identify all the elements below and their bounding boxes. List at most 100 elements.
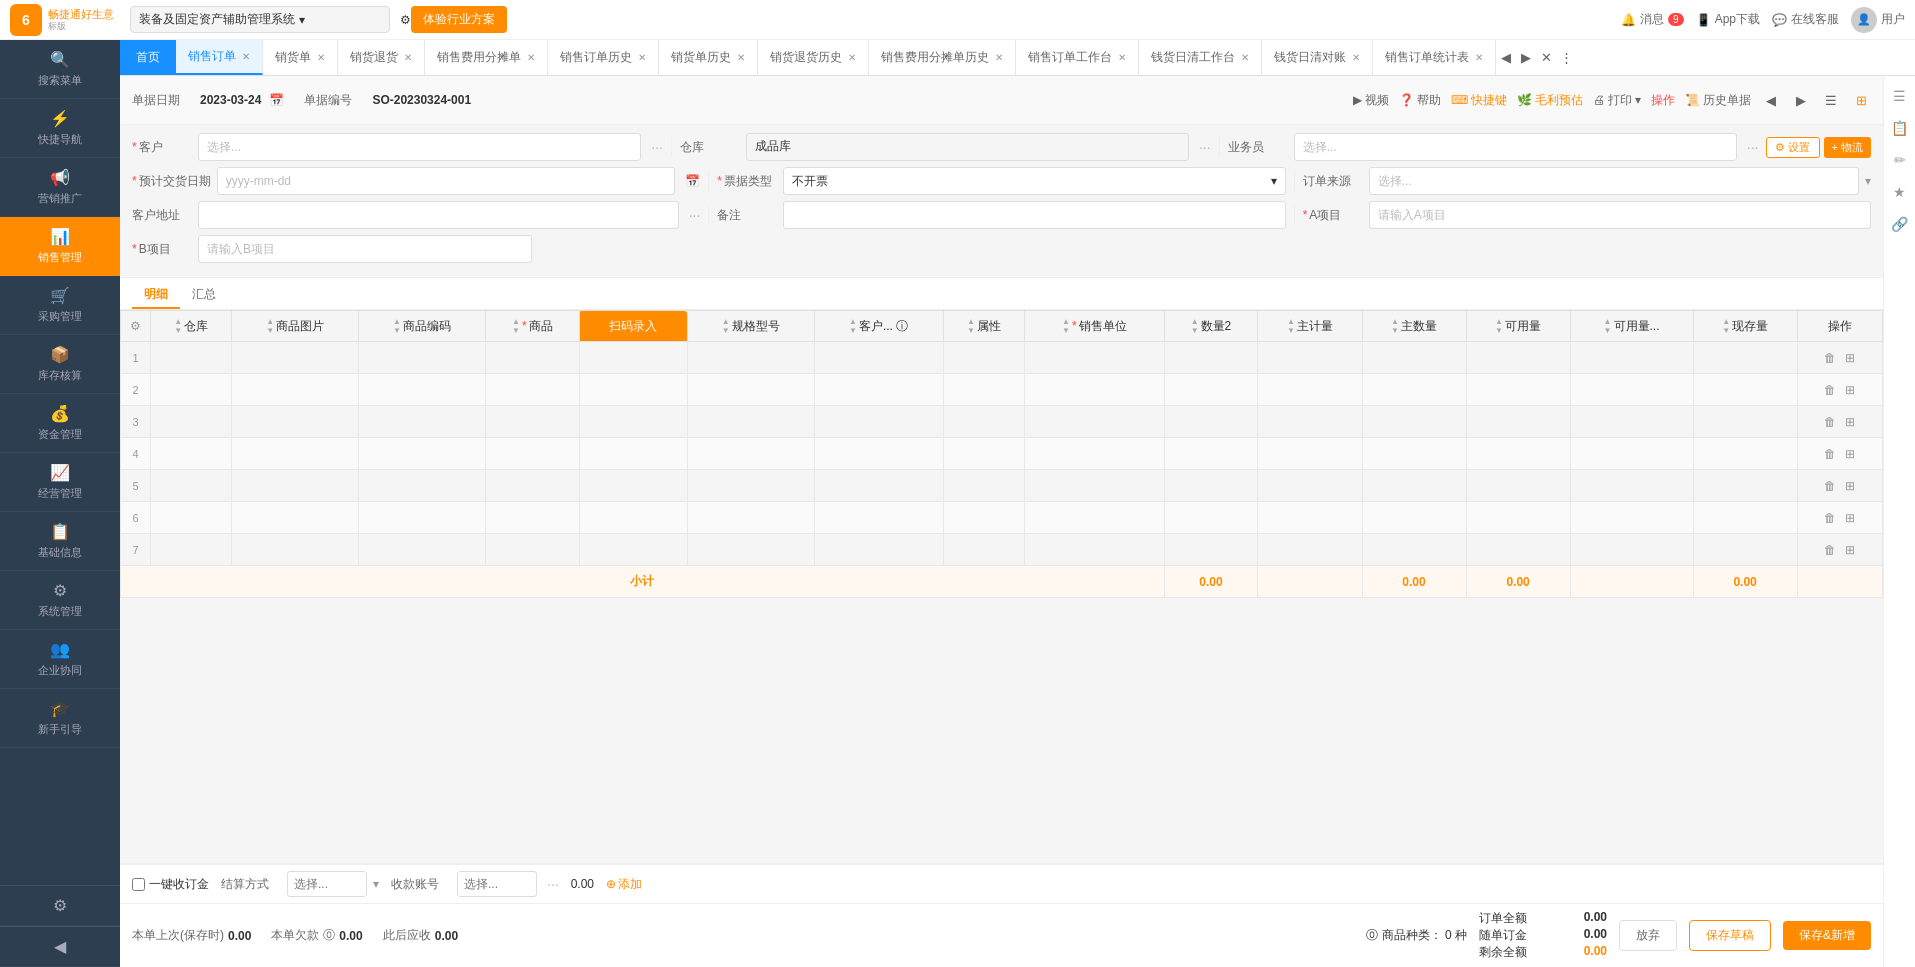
delete-row-btn[interactable]: 🗑 (1822, 510, 1838, 526)
sidebar-item-inventory[interactable]: 📦 库存核算 (0, 335, 120, 394)
delete-row-btn[interactable]: 🗑 (1822, 446, 1838, 462)
copy-row-btn[interactable]: ⊞ (1842, 510, 1858, 526)
right-sidebar-icon-clipboard[interactable]: 📋 (1888, 116, 1912, 140)
tab-daily-reconcile[interactable]: 钱货日清对账 ✕ (1262, 40, 1373, 75)
sidebar-item-guide[interactable]: 🎓 新手引导 (0, 689, 120, 748)
save-new-btn[interactable]: 保存&新增 (1783, 921, 1871, 950)
a-project-input[interactable] (1369, 201, 1871, 229)
history-record-btn[interactable]: 📜 历史单据 (1685, 92, 1751, 109)
next-record-btn[interactable]: ▶ (1791, 82, 1811, 118)
notice-btn[interactable]: 🔔 消息 9 (1621, 11, 1684, 28)
tab-close-sales-expense[interactable]: ✕ (527, 52, 535, 63)
add-logistics-btn[interactable]: + 物流 (1824, 137, 1871, 158)
grid-view-btn[interactable]: ⊞ (1851, 82, 1871, 118)
tab-order-workbench[interactable]: 销售订单工作台 ✕ (1016, 40, 1139, 75)
tab-nav-close-all[interactable]: ✕ (1536, 40, 1556, 76)
tab-close-daily-reconcile[interactable]: ✕ (1352, 52, 1360, 63)
sidebar-item-purchase[interactable]: 🛒 采购管理 (0, 276, 120, 335)
invoice-select[interactable]: 不开票 ▾ (783, 167, 1285, 195)
copy-row-btn[interactable]: ⊞ (1842, 414, 1858, 430)
delete-row-btn[interactable]: 🗑 (1822, 478, 1838, 494)
sidebar-item-finance[interactable]: 💰 资金管理 (0, 394, 120, 453)
tab-close-return-history[interactable]: ✕ (848, 52, 856, 63)
sidebar-collapse-btn[interactable]: ◀ (0, 926, 120, 967)
right-sidebar-icon-edit[interactable]: ✏ (1888, 148, 1912, 172)
column-settings-icon[interactable]: ⚙ (130, 319, 141, 333)
tab-summary[interactable]: 汇总 (180, 282, 228, 309)
tab-close-daily-workbench[interactable]: ✕ (1241, 52, 1249, 63)
tab-close-order-stats[interactable]: ✕ (1475, 52, 1483, 63)
customer-dots-btn[interactable]: ··· (651, 139, 663, 155)
print-btn[interactable]: 🖨 打印 ▾ (1593, 92, 1641, 109)
operation-btn[interactable]: 操作 (1651, 92, 1675, 109)
sidebar-item-basic-info[interactable]: 📋 基础信息 (0, 512, 120, 571)
tab-expense-history[interactable]: 销售费用分摊单历史 ✕ (869, 40, 1016, 75)
payment-method-input[interactable] (287, 871, 367, 897)
staff-dots-btn[interactable]: ··· (1747, 139, 1759, 155)
sidebar-item-search[interactable]: 🔍 搜索菜单 (0, 40, 120, 99)
tab-return-history[interactable]: 销货退货历史 ✕ (758, 40, 869, 75)
payment-chevron-icon[interactable]: ▾ (373, 877, 379, 891)
table-scrollbar[interactable] (120, 852, 1883, 864)
tab-sales-order-history[interactable]: 销售订单历史 ✕ (548, 40, 659, 75)
app-download-btn[interactable]: 📱 App下载 (1696, 11, 1760, 28)
tab-detail[interactable]: 明细 (132, 282, 180, 309)
tab-sales-expense[interactable]: 销售费用分摊单 ✕ (425, 40, 548, 75)
staff-input[interactable] (1294, 133, 1737, 161)
one-click-checkbox-input[interactable] (132, 878, 145, 891)
tab-sales-return[interactable]: 销货退货 ✕ (338, 40, 425, 75)
save-draft-btn[interactable]: 保存草稿 (1689, 920, 1771, 951)
customer-address-input[interactable] (198, 201, 679, 229)
copy-row-btn[interactable]: ⊞ (1842, 446, 1858, 462)
tab-order-stats[interactable]: 销售订单统计表 ✕ (1373, 40, 1496, 75)
discard-btn[interactable]: 放弃 (1619, 920, 1677, 951)
sidebar-item-operation[interactable]: 📈 经营管理 (0, 453, 120, 512)
tab-close-sales-goods-history[interactable]: ✕ (737, 52, 745, 63)
calendar-delivery-icon[interactable]: 📅 (685, 174, 700, 188)
sidebar-item-enterprise[interactable]: 👥 企业协同 (0, 630, 120, 689)
account-input[interactable] (457, 871, 537, 897)
tab-sales-order[interactable]: 销售订单 ✕ (176, 40, 263, 75)
add-item-btn[interactable]: ⊕ 添加 (606, 876, 642, 893)
order-source-dots-btn[interactable]: ▾ (1865, 174, 1871, 188)
user-btn[interactable]: 👤 用户 (1851, 7, 1905, 33)
tab-daily-workbench[interactable]: 钱货日清工作台 ✕ (1139, 40, 1262, 75)
delete-row-btn[interactable]: 🗑 (1822, 414, 1838, 430)
right-sidebar-icon-list[interactable]: ☰ (1888, 84, 1912, 108)
prev-record-btn[interactable]: ◀ (1761, 82, 1781, 118)
tab-close-order-workbench[interactable]: ✕ (1118, 52, 1126, 63)
tab-sales-goods-history[interactable]: 销货单历史 ✕ (659, 40, 758, 75)
sidebar-item-marketing[interactable]: 📢 营销推广 (0, 158, 120, 217)
tab-close-sales-order-history[interactable]: ✕ (638, 52, 646, 63)
sidebar-item-system[interactable]: ⚙ 系统管理 (0, 571, 120, 630)
b-project-input[interactable] (198, 235, 532, 263)
app-selector[interactable]: 装备及固定资产辅助管理系统 ▾ (130, 6, 390, 33)
calendar-icon[interactable]: 📅 (269, 93, 284, 107)
delete-row-btn[interactable]: 🗑 (1822, 542, 1838, 558)
order-source-input[interactable] (1369, 167, 1859, 195)
tab-nav-next[interactable]: ▶ (1516, 40, 1536, 76)
tab-close-sales-return[interactable]: ✕ (404, 52, 412, 63)
field-settings-btn[interactable]: ⚙ 设置 (1766, 137, 1819, 158)
right-sidebar-icon-star[interactable]: ★ (1888, 180, 1912, 204)
address-dots-btn[interactable]: ··· (689, 207, 701, 223)
copy-row-btn[interactable]: ⊞ (1842, 542, 1858, 558)
remark-input[interactable] (783, 201, 1285, 229)
gear-settings-btn[interactable]: ⚙ (400, 13, 411, 27)
sidebar-item-quicknav[interactable]: ⚡ 快捷导航 (0, 99, 120, 158)
copy-row-btn[interactable]: ⊞ (1842, 478, 1858, 494)
delivery-input[interactable] (217, 167, 676, 195)
tab-close-sales-order[interactable]: ✕ (242, 51, 250, 62)
view-video-btn[interactable]: ▶ 视频 (1353, 92, 1389, 109)
help-btn[interactable]: ❓ 帮助 (1399, 92, 1441, 109)
warehouse-dots-btn[interactable]: ··· (1199, 139, 1211, 155)
delete-row-btn[interactable]: 🗑 (1822, 382, 1838, 398)
customer-input[interactable] (198, 133, 641, 161)
sidebar-item-sales[interactable]: 📊 销售管理 (0, 217, 120, 276)
online-support-btn[interactable]: 💬 在线客服 (1772, 11, 1839, 28)
experience-btn[interactable]: 体验行业方案 (411, 6, 507, 33)
one-click-checkbox[interactable]: 一键收订金 (132, 876, 209, 893)
tab-nav-prev[interactable]: ◀ (1496, 40, 1516, 76)
shortcut-btn[interactable]: ⌨ 快捷键 (1451, 92, 1507, 109)
profit-estimate-btn[interactable]: 🌿 毛利预估 (1517, 92, 1583, 109)
